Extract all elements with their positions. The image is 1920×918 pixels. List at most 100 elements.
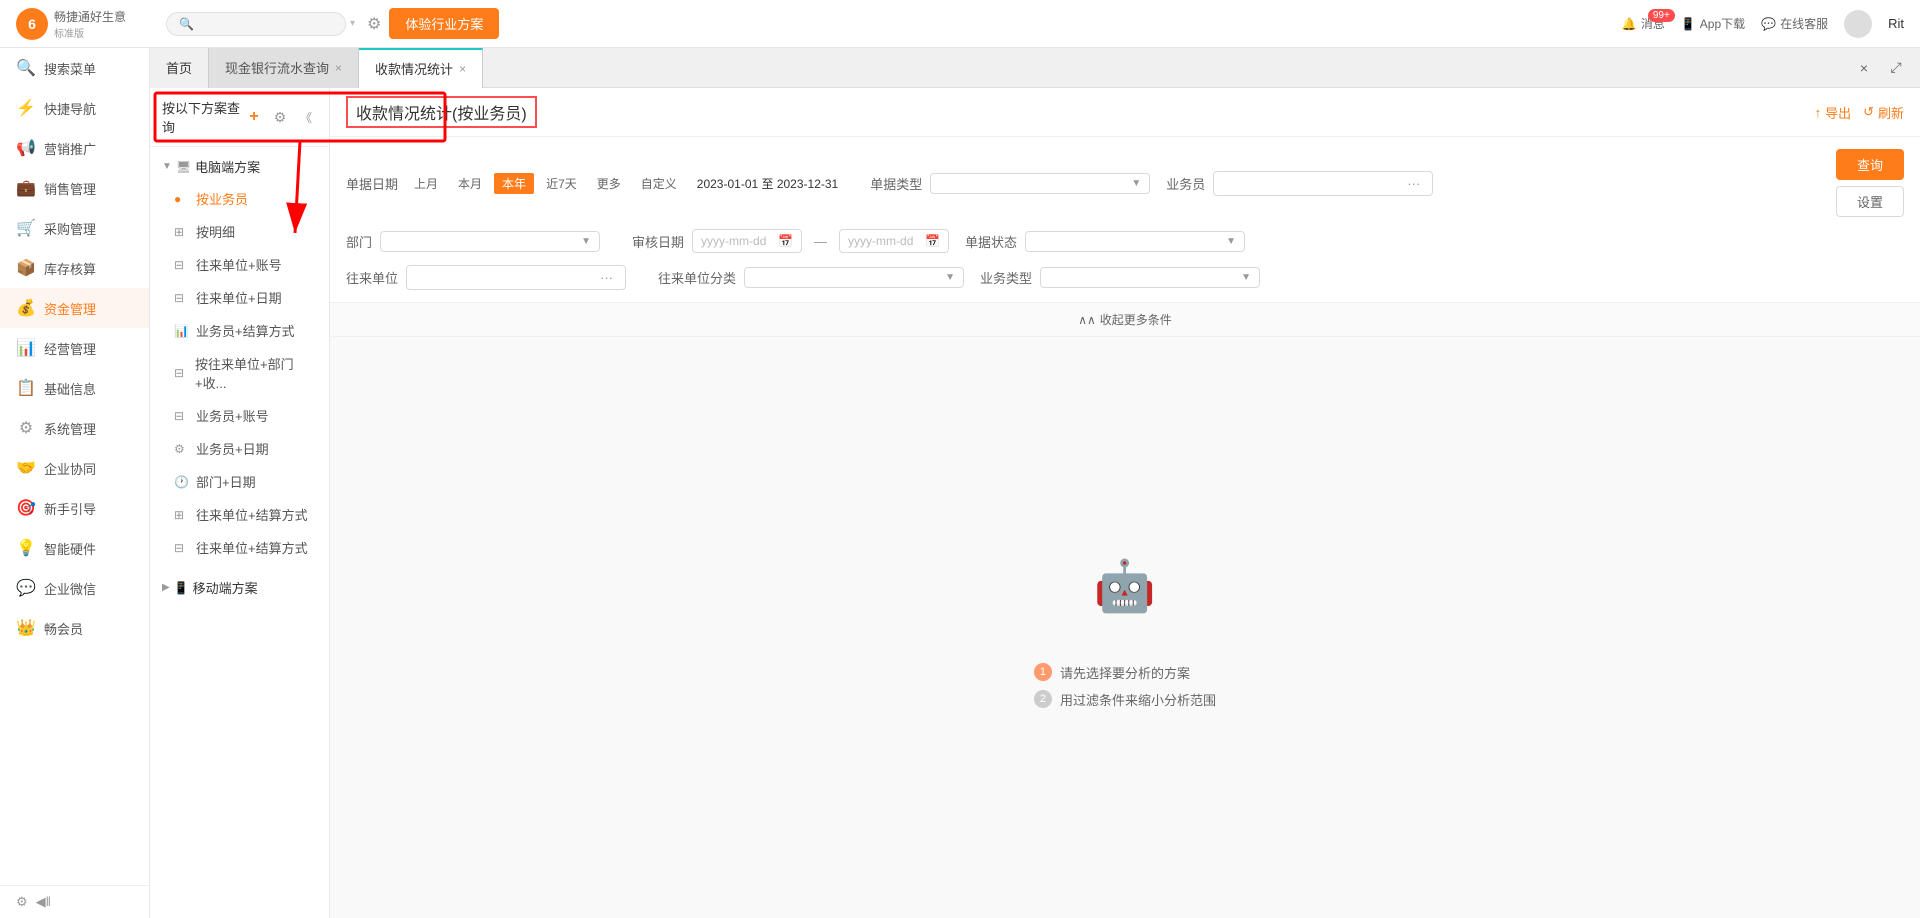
partner-category-select[interactable]: ▼	[744, 267, 964, 288]
collapse-bar[interactable]: ∧∧ 收起更多条件	[330, 303, 1920, 337]
scheme-item-unit-account[interactable]: ⊟ 往来单位+账号	[150, 248, 329, 281]
app-download[interactable]: 📱 App下载	[1681, 15, 1745, 32]
online-service[interactable]: 💬 在线客服	[1761, 15, 1828, 32]
scheme-item-unit-settle2[interactable]: ⊟ 往来单位+结算方式	[150, 531, 329, 564]
sidebar-item-finance[interactable]: 💰 资金管理	[0, 288, 149, 328]
query-button[interactable]: 查询	[1836, 149, 1904, 180]
user-name[interactable]: Rit	[1888, 16, 1904, 31]
user-avatar[interactable]	[1844, 10, 1872, 38]
marketing-icon: 📢	[16, 138, 36, 158]
scheme-header-actions: + ⚙ 《	[243, 106, 317, 128]
date-tab-7days[interactable]: 近7天	[538, 173, 585, 194]
logo-text: 畅捷通好生意	[54, 8, 126, 25]
settings-button[interactable]: 设置	[1836, 186, 1904, 217]
doc-status-select[interactable]: ▼	[1025, 231, 1245, 252]
scheme-group-mobile-header[interactable]: ▶ 📱 移动端方案	[150, 572, 329, 603]
sidebar-item-sales[interactable]: 💼 销售管理	[0, 168, 149, 208]
filter-doc-status-item: 单据状态 ▼	[965, 231, 1245, 252]
empty-hint-1: 1 请先选择要分析的方案	[1034, 663, 1216, 682]
date-tab-this-month[interactable]: 本月	[450, 173, 490, 194]
search-box[interactable]: 🔍	[166, 12, 346, 36]
scheme-add-btn[interactable]: +	[243, 106, 265, 128]
sidebar-item-wechat[interactable]: 💬 企业微信	[0, 568, 149, 608]
sidebar-item-member[interactable]: 👑 畅会员	[0, 608, 149, 648]
refresh-button[interactable]: ↺ 刷新	[1863, 103, 1904, 122]
tab-home[interactable]: 首页	[150, 48, 209, 88]
scheme-group-pc-header[interactable]: ▼ 🖥 电脑端方案	[150, 151, 329, 182]
sidebar-item-sales-label: 销售管理	[44, 179, 96, 198]
date-tab-this-year[interactable]: 本年	[494, 173, 534, 194]
tab-bank-flow-close[interactable]: ×	[335, 61, 342, 75]
tab-bank-flow-label: 现金银行流水查询	[225, 58, 329, 77]
partner-select[interactable]: ···	[406, 265, 626, 290]
date-tab-custom[interactable]: 自定义	[633, 173, 685, 194]
sidebar-item-enterprise[interactable]: 🤝 企业协同	[0, 448, 149, 488]
scheme-item-dept-date[interactable]: 🕐 部门+日期	[150, 465, 329, 498]
filter-partner-category-item: 往来单位分类 ▼	[658, 267, 964, 288]
scheme-item-dept-date-label: 部门+日期	[196, 472, 256, 491]
scheme-item-by-salesperson[interactable]: ● 按业务员	[150, 182, 329, 215]
sidebar-item-system[interactable]: ⚙ 系统管理	[0, 408, 149, 448]
sidebar-item-quick-nav[interactable]: ⚡ 快捷导航	[0, 88, 149, 128]
filter-dept-item: 部门 ▼	[346, 231, 600, 252]
tab-bank-flow[interactable]: 现金银行流水查询 ×	[209, 48, 359, 88]
scheme-item-sales-account[interactable]: ⊟ 业务员+账号	[150, 399, 329, 432]
sidebar-collapse-icon[interactable]: ◀‖	[36, 894, 51, 910]
scheme-collapse-btn[interactable]: 《	[295, 106, 317, 128]
sidebar-item-marketing-label: 营销推广	[44, 139, 96, 158]
sidebar-item-purchase[interactable]: 🛒 采购管理	[0, 208, 149, 248]
logo-icon: 6	[16, 8, 48, 40]
notifications[interactable]: 🔔 消息 99+	[1622, 15, 1665, 32]
scheme-group-pc-arrow: ▼	[162, 161, 172, 172]
member-icon: 👑	[16, 618, 36, 638]
review-date-from[interactable]: yyyy-mm-dd 📅	[692, 229, 802, 253]
date-tab-more[interactable]: 更多	[589, 173, 629, 194]
trial-button[interactable]: 体验行业方案	[389, 8, 499, 39]
scheme-item-sales-date[interactable]: ⚙ 业务员+日期	[150, 432, 329, 465]
hint-text-1: 请先选择要分析的方案	[1060, 663, 1190, 682]
tab-maximize[interactable]: ⤢	[1884, 56, 1908, 80]
date-tab-last-month[interactable]: 上月	[406, 173, 446, 194]
top-header: 6 畅捷通好生意 标准版 🔍 ▾ ⚙ 体验行业方案 🔔 消息 99+ 📱 App…	[0, 0, 1920, 48]
dept-select[interactable]: ▼	[380, 231, 600, 252]
tab-collection-stats-close[interactable]: ×	[459, 62, 466, 76]
scheme-settings-btn[interactable]: ⚙	[269, 106, 291, 128]
salesperson-more-icon[interactable]: ···	[1407, 176, 1420, 191]
sidebar-item-operations[interactable]: 📊 经营管理	[0, 328, 149, 368]
filter-review-date-item: 审核日期 yyyy-mm-dd 📅 — yyyy-mm-dd 📅	[632, 229, 949, 253]
sidebar-item-inventory[interactable]: 📦 库存核算	[0, 248, 149, 288]
review-date-to[interactable]: yyyy-mm-dd 📅	[839, 229, 949, 253]
sidebar-item-smart-hw[interactable]: 💡 智能硬件	[0, 528, 149, 568]
sidebar-item-wechat-label: 企业微信	[44, 579, 96, 598]
scheme-item-unit-dept-coll[interactable]: ⊟ 按往来单位+部门+收...	[150, 347, 329, 399]
filter-actions: 查询 设置	[1820, 149, 1904, 217]
sidebar-item-base-info[interactable]: 📋 基础信息	[0, 368, 149, 408]
scheme-item-sales-date-label: 业务员+日期	[196, 439, 269, 458]
sidebar-item-search-menu[interactable]: 🔍 搜索菜单	[0, 48, 149, 88]
date-range: 2023-01-01 至 2023-12-31	[697, 175, 838, 192]
scheme-item-unit-settle2-icon: ⊟	[174, 541, 190, 555]
doc-type-select[interactable]: ▼	[930, 173, 1150, 194]
scheme-item-unit-settle1-label: 往来单位+结算方式	[196, 505, 308, 524]
sidebar-item-marketing[interactable]: 📢 营销推广	[0, 128, 149, 168]
sidebar-item-guide[interactable]: 🎯 新手引导	[0, 488, 149, 528]
tab-close-all[interactable]: ×	[1852, 56, 1876, 80]
dropdown-arrow[interactable]: ▾	[350, 18, 355, 29]
hint-num-2: 2	[1034, 690, 1052, 708]
scheme-item-unit-settle1[interactable]: ⊞ 往来单位+结算方式	[150, 498, 329, 531]
export-button[interactable]: ↑ 导出	[1815, 103, 1852, 122]
review-date-from-value: yyyy-mm-dd	[701, 234, 766, 248]
sidebar-settings-icon[interactable]: ⚙	[16, 894, 28, 910]
scheme-item-unit-date-label: 往来单位+日期	[196, 288, 282, 307]
scheme-item-unit-account-label: 往来单位+账号	[196, 255, 282, 274]
partner-more-icon[interactable]: ···	[600, 270, 613, 285]
salesperson-select[interactable]: ···	[1213, 171, 1433, 196]
scheme-item-unit-date[interactable]: ⊟ 往来单位+日期	[150, 281, 329, 314]
tab-collection-stats[interactable]: 收款情况统计 ×	[359, 48, 483, 88]
scheme-group-mobile-label: 移动端方案	[193, 578, 258, 597]
scheme-item-sales-settle[interactable]: 📊 业务员+结算方式	[150, 314, 329, 347]
header-settings-icon[interactable]: ⚙	[367, 14, 381, 34]
scheme-item-by-detail[interactable]: ⊞ 按明细	[150, 215, 329, 248]
biz-type-select[interactable]: ▼	[1040, 267, 1260, 288]
review-date-label: 审核日期	[632, 232, 684, 251]
